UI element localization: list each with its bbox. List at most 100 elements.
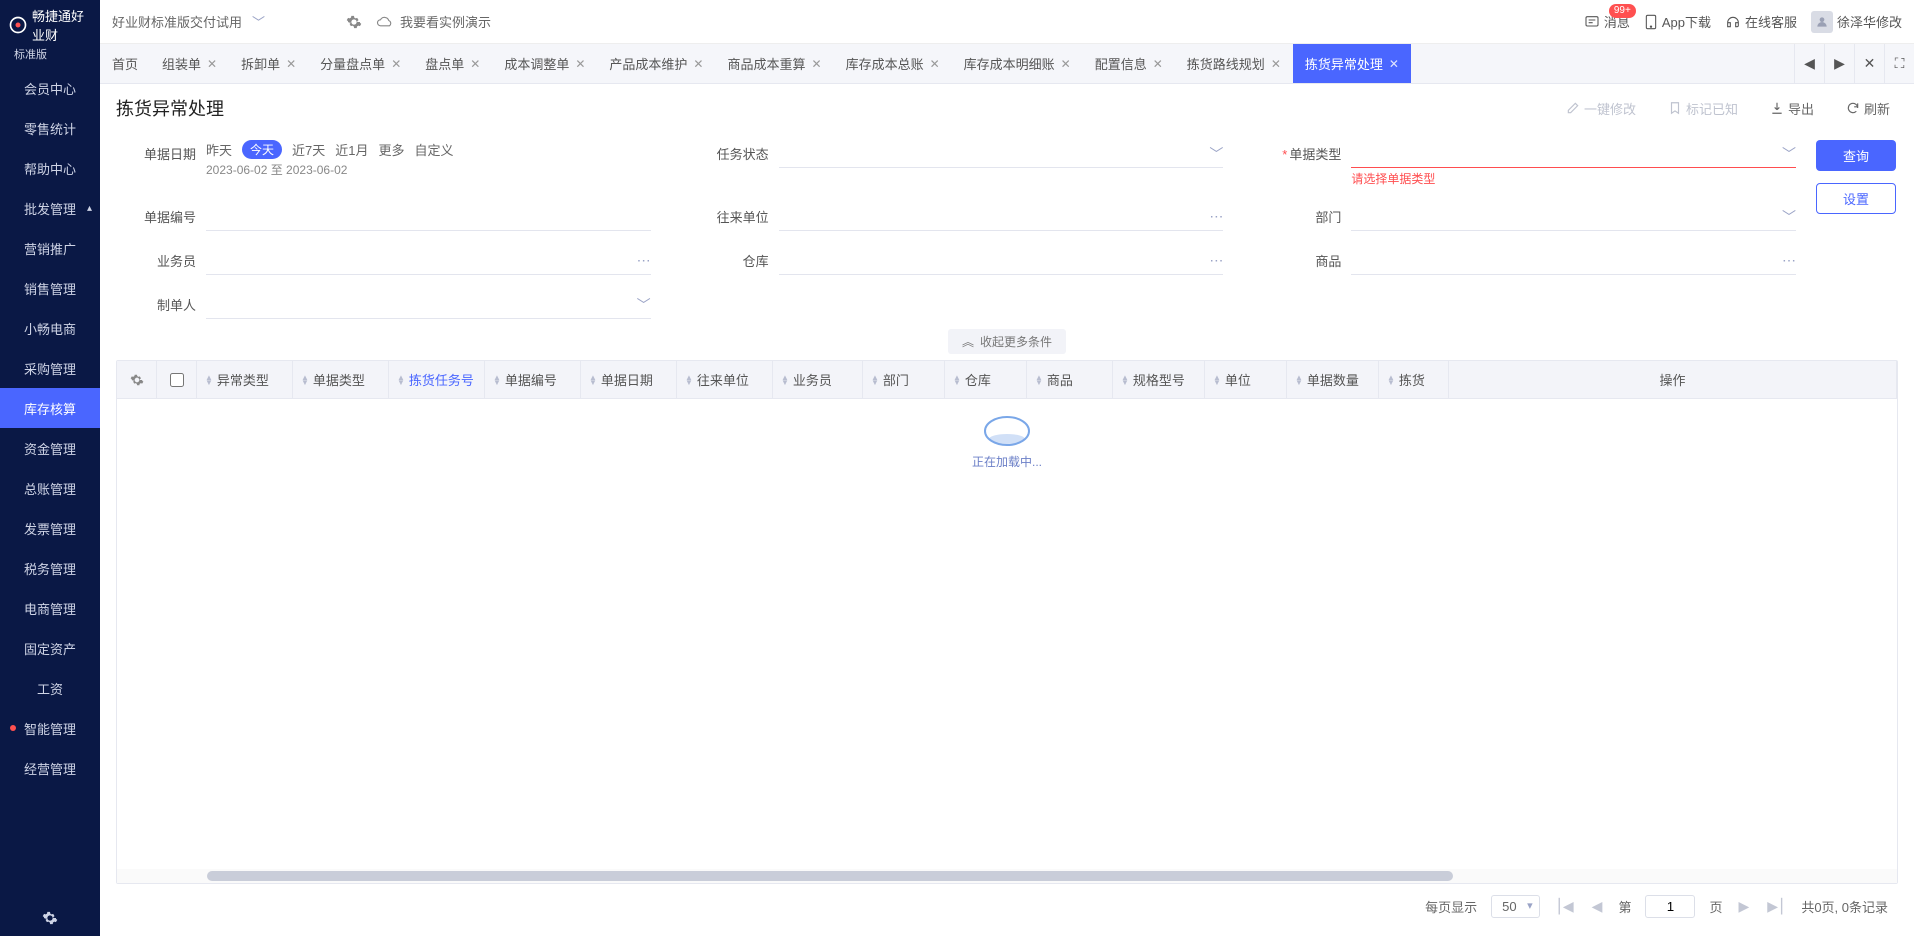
settings-button[interactable]: 设置 — [1816, 183, 1896, 214]
tab[interactable]: 商品成本重算✕ — [715, 44, 833, 83]
sidebar-item[interactable]: 总账管理 — [0, 468, 100, 508]
refresh-button[interactable]: 刷新 — [1838, 95, 1898, 122]
product-lookup[interactable]: ⋯ — [1351, 247, 1796, 275]
pager-last-button[interactable]: ▶⎮ — [1765, 898, 1787, 915]
user-menu[interactable]: 徐泽华修改 — [1811, 11, 1902, 33]
close-icon[interactable]: ✕ — [207, 57, 217, 71]
grid-col-header[interactable]: ▲▼单据日期 — [581, 361, 677, 398]
sidebar-item[interactable]: 电商管理 — [0, 588, 100, 628]
grid-col-header[interactable]: ▲▼规格型号 — [1113, 361, 1205, 398]
grid-col-header[interactable]: ▲▼拣货任务号 — [389, 361, 485, 398]
sidebar-item[interactable]: 会员中心 — [0, 68, 100, 108]
tabs-next-button[interactable]: ▶ — [1824, 44, 1854, 84]
app-download[interactable]: App下载 — [1644, 12, 1711, 31]
pager-page-input[interactable] — [1645, 895, 1695, 918]
sidebar-item[interactable]: 批发管理▴ — [0, 188, 100, 228]
tab[interactable]: 分量盘点单✕ — [308, 44, 413, 83]
demo-link[interactable]: 我要看实例演示 — [376, 12, 491, 31]
partner-lookup[interactable]: ⋯ — [779, 203, 1224, 231]
date-opt-more[interactable]: 更多 — [379, 140, 405, 159]
sidebar-item[interactable]: 销售管理 — [0, 268, 100, 308]
topbar-settings[interactable] — [346, 14, 362, 30]
date-opt-last7[interactable]: 近7天 — [292, 140, 325, 159]
close-icon[interactable]: ✕ — [693, 57, 703, 71]
salesman-lookup[interactable]: ⋯ — [206, 247, 651, 275]
export-button[interactable]: 导出 — [1762, 95, 1822, 122]
grid-col-header[interactable]: ▲▼部门 — [863, 361, 945, 398]
sidebar-item[interactable]: 工资 — [0, 668, 100, 708]
dept-select[interactable]: ﹀ — [1351, 203, 1796, 231]
sidebar-item[interactable]: 帮助中心 — [0, 148, 100, 188]
pager-first-button[interactable]: ⎮◀ — [1554, 898, 1576, 915]
close-icon[interactable]: ✕ — [470, 57, 480, 71]
collapse-toggle[interactable]: ︽ 收起更多条件 — [948, 329, 1066, 354]
date-opt-custom[interactable]: 自定义 — [415, 140, 454, 159]
grid-col-header[interactable]: ▲▼往来单位 — [677, 361, 773, 398]
sidebar-item[interactable]: 采购管理 — [0, 348, 100, 388]
per-page-select[interactable]: 50 — [1491, 895, 1539, 918]
sidebar-item[interactable]: 经营管理 — [0, 748, 100, 788]
tab[interactable]: 盘点单✕ — [413, 44, 492, 83]
mark-known-button[interactable]: 标记已知 — [1660, 95, 1746, 122]
date-opt-today[interactable]: 今天 — [242, 140, 282, 159]
tab[interactable]: 拆卸单✕ — [229, 44, 308, 83]
grid-col-header[interactable]: ▲▼单据数量 — [1287, 361, 1379, 398]
grid-select-all[interactable] — [157, 361, 197, 398]
sidebar-item[interactable]: 税务管理 — [0, 548, 100, 588]
grid-col-header[interactable]: ▲▼商品 — [1027, 361, 1113, 398]
tab[interactable]: 库存成本总账✕ — [834, 44, 952, 83]
sidebar-item[interactable]: 发票管理 — [0, 508, 100, 548]
grid-col-header[interactable]: ▲▼业务员 — [773, 361, 863, 398]
tabs-fullscreen-button[interactable]: ⛶ — [1884, 44, 1914, 84]
tab[interactable]: 拣货异常处理✕ — [1293, 44, 1411, 83]
grid-col-header[interactable]: ▲▼拣货 — [1379, 361, 1449, 398]
close-icon[interactable]: ✕ — [286, 57, 296, 71]
sidebar-item[interactable]: 固定资产 — [0, 628, 100, 668]
grid-col-header[interactable]: ▲▼异常类型 — [197, 361, 293, 398]
date-opt-last1m[interactable]: 近1月 — [335, 140, 368, 159]
tab[interactable]: 拣货路线规划✕ — [1175, 44, 1293, 83]
tab[interactable]: 库存成本明细账✕ — [952, 44, 1083, 83]
creator-select[interactable]: ﹀ — [206, 291, 651, 319]
tab[interactable]: 组装单✕ — [150, 44, 229, 83]
grid-col-header[interactable]: ▲▼仓库 — [945, 361, 1027, 398]
sidebar-item[interactable]: 小畅电商 — [0, 308, 100, 348]
doc-no-input[interactable] — [206, 203, 651, 231]
warehouse-lookup[interactable]: ⋯ — [779, 247, 1224, 275]
sidebar-item[interactable]: 智能管理 — [0, 708, 100, 748]
sidebar-item[interactable]: 资金管理 — [0, 428, 100, 468]
tabs-prev-button[interactable]: ◀ — [1794, 44, 1824, 84]
task-status-select[interactable]: ﹀ — [779, 140, 1224, 168]
close-icon[interactable]: ✕ — [930, 57, 940, 71]
tab[interactable]: 配置信息✕ — [1083, 44, 1175, 83]
tabs-close-button[interactable]: ✕ — [1854, 44, 1884, 84]
sidebar-settings[interactable] — [0, 900, 100, 936]
grid-settings-cell[interactable] — [117, 361, 157, 398]
tab[interactable]: 成本调整单✕ — [492, 44, 597, 83]
online-service[interactable]: 在线客服 — [1725, 12, 1797, 31]
sidebar-item[interactable]: 库存核算 — [0, 388, 100, 428]
doc-type-select[interactable]: ﹀ — [1351, 140, 1796, 168]
pager-prev-button[interactable]: ◀ — [1590, 898, 1605, 915]
close-icon[interactable]: ✕ — [1153, 57, 1163, 71]
close-icon[interactable]: ✕ — [1271, 57, 1281, 71]
date-opt-yesterday[interactable]: 昨天 — [206, 140, 232, 159]
tab[interactable]: 首页 — [100, 44, 150, 83]
close-icon[interactable]: ✕ — [812, 57, 822, 71]
pager-next-button[interactable]: ▶ — [1736, 898, 1751, 915]
close-icon[interactable]: ✕ — [391, 57, 401, 71]
grid-col-header[interactable]: ▲▼单据编号 — [485, 361, 581, 398]
sidebar-item[interactable]: 营销推广 — [0, 228, 100, 268]
tab[interactable]: 产品成本维护✕ — [597, 44, 715, 83]
sidebar-item[interactable]: 零售统计 — [0, 108, 100, 148]
grid-hscrollbar[interactable] — [117, 869, 1897, 883]
close-icon[interactable]: ✕ — [1061, 57, 1071, 71]
product-selector[interactable]: 好业财标准版交付试用 ﹀ — [112, 12, 332, 31]
messages[interactable]: 消息 99+ — [1584, 12, 1630, 31]
grid-col-header[interactable]: ▲▼单据类型 — [293, 361, 389, 398]
close-icon[interactable]: ✕ — [575, 57, 585, 71]
query-button[interactable]: 查询 — [1816, 140, 1896, 171]
grid-col-header[interactable]: ▲▼单位 — [1205, 361, 1287, 398]
select-all-checkbox[interactable] — [170, 373, 184, 387]
batch-edit-button[interactable]: 一键修改 — [1558, 95, 1644, 122]
